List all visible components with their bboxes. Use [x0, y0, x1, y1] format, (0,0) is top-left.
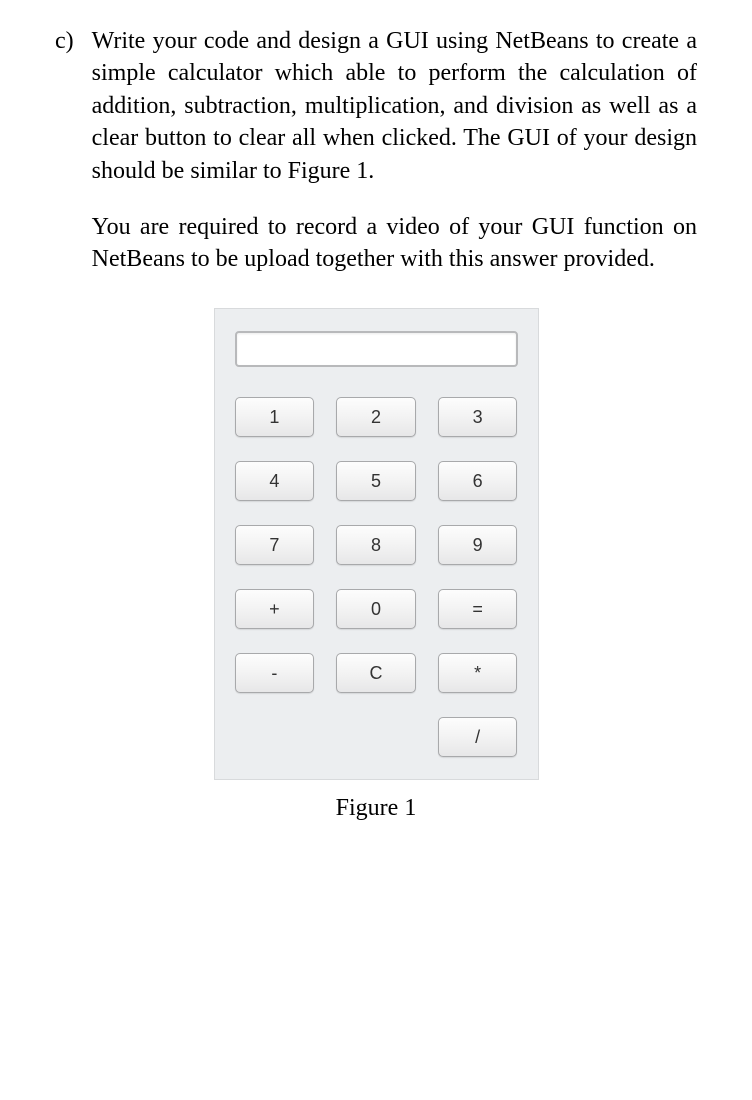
clear-button[interactable]: C: [336, 653, 416, 693]
plus-button[interactable]: +: [235, 589, 315, 629]
minus-button[interactable]: -: [235, 653, 315, 693]
calculator-display[interactable]: [235, 331, 518, 367]
button-grid: 1 2 3 4 5 6 7 8 9 + 0 = - C * /: [235, 397, 518, 757]
digit-4-button[interactable]: 4: [235, 461, 315, 501]
equals-button[interactable]: =: [438, 589, 518, 629]
digit-5-button[interactable]: 5: [336, 461, 416, 501]
figure-caption: Figure 1: [55, 792, 697, 824]
question-block: c) Write your code and design a GUI usin…: [55, 25, 697, 276]
divide-button[interactable]: /: [438, 717, 518, 757]
digit-6-button[interactable]: 6: [438, 461, 518, 501]
question-label: c): [55, 25, 74, 276]
display-row: [235, 331, 518, 367]
multiply-button[interactable]: *: [438, 653, 518, 693]
digit-8-button[interactable]: 8: [336, 525, 416, 565]
question-content: Write your code and design a GUI using N…: [92, 25, 697, 276]
question-paragraph-1: Write your code and design a GUI using N…: [92, 25, 697, 187]
digit-0-button[interactable]: 0: [336, 589, 416, 629]
digit-2-button[interactable]: 2: [336, 397, 416, 437]
digit-3-button[interactable]: 3: [438, 397, 518, 437]
calculator-panel: 1 2 3 4 5 6 7 8 9 + 0 = - C * /: [214, 308, 539, 780]
digit-7-button[interactable]: 7: [235, 525, 315, 565]
question-paragraph-2: You are required to record a video of yo…: [92, 211, 697, 276]
digit-1-button[interactable]: 1: [235, 397, 315, 437]
digit-9-button[interactable]: 9: [438, 525, 518, 565]
